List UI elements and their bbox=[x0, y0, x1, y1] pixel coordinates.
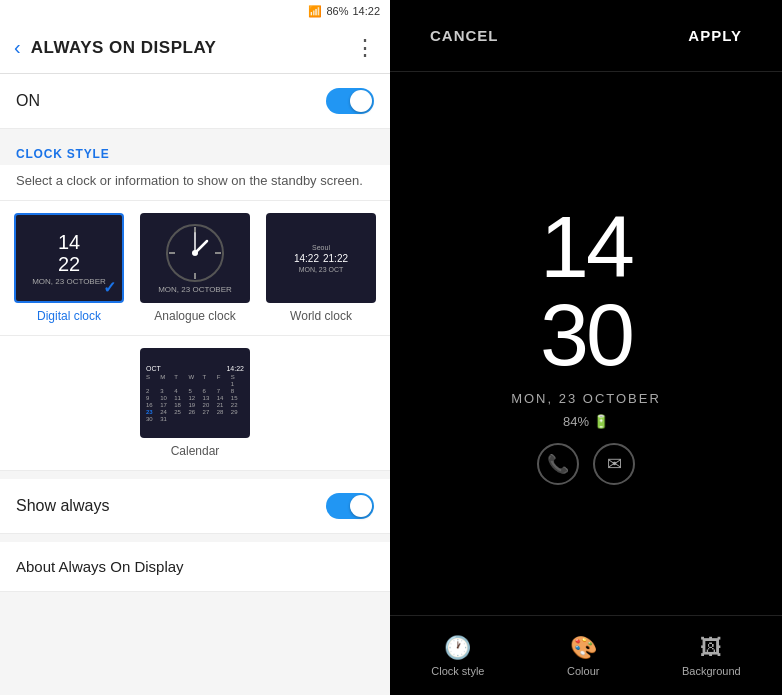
bottom-tabs: 🕐 Clock style 🎨 Colour 🖼 Background bbox=[390, 615, 782, 695]
analogue-date: MON, 23 OCTOBER bbox=[158, 285, 232, 294]
digital-clock-label: Digital clock bbox=[37, 309, 101, 323]
more-options-button[interactable]: ⋮ bbox=[354, 35, 376, 61]
clock-style-description: Select a clock or information to show on… bbox=[0, 165, 390, 201]
colour-tab-icon: 🎨 bbox=[570, 635, 597, 661]
preview-notification-icons: 📞 ✉ bbox=[537, 443, 635, 485]
left-panel: 📶 86% 14:22 ‹ ALWAYS ON DISPLAY ⋮ ON CLO… bbox=[0, 0, 390, 695]
clock-style-tab-label: Clock style bbox=[431, 665, 484, 677]
preview-minute: 30 bbox=[540, 291, 632, 379]
calendar-thumb-inner: OCT 14:22 SMTWTFS 1 2345678 910111213141… bbox=[142, 361, 248, 426]
calendar-option-row: OCT 14:22 SMTWTFS 1 2345678 910111213141… bbox=[0, 336, 390, 471]
background-tab-label: Background bbox=[682, 665, 741, 677]
tab-clock-style[interactable]: 🕐 Clock style bbox=[431, 635, 484, 677]
cal-time: 14:22 bbox=[226, 365, 244, 372]
cal-grid: SMTWTFS 1 2345678 9101112131415 16171819… bbox=[146, 374, 244, 422]
email-icon: ✉ bbox=[593, 443, 635, 485]
on-label: ON bbox=[16, 92, 326, 110]
colour-tab-label: Colour bbox=[567, 665, 599, 677]
right-panel: CANCEL APPLY 14 30 MON, 23 OCTOBER 84% 🔋… bbox=[390, 0, 782, 695]
signal-icon: 📶 bbox=[308, 5, 322, 18]
analogue-clock-svg bbox=[165, 223, 225, 283]
cal-header: OCT 14:22 bbox=[146, 365, 244, 372]
right-header: CANCEL APPLY bbox=[390, 0, 782, 72]
analogue-clock-thumb: MON, 23 OCTOBER bbox=[140, 213, 250, 303]
preview-area: 14 30 MON, 23 OCTOBER 84% 🔋 📞 ✉ bbox=[390, 72, 782, 615]
missed-call-icon: 📞 bbox=[537, 443, 579, 485]
battery-percentage: 84% bbox=[563, 414, 589, 429]
world-time-2: 21:22 bbox=[323, 253, 348, 264]
preview-date: MON, 23 OCTOBER bbox=[511, 391, 661, 406]
background-tab-icon: 🖼 bbox=[700, 635, 722, 661]
svg-point-7 bbox=[192, 250, 198, 256]
calendar-label: Calendar bbox=[171, 444, 220, 458]
tab-colour[interactable]: 🎨 Colour bbox=[567, 635, 599, 677]
divider-2 bbox=[0, 471, 390, 479]
clock-style-tab-icon: 🕐 bbox=[444, 635, 471, 661]
back-button[interactable]: ‹ bbox=[14, 36, 21, 59]
preview-hour: 14 bbox=[540, 203, 632, 291]
clock-style-section-label: CLOCK STYLE bbox=[0, 137, 390, 165]
status-time: 14:22 bbox=[352, 5, 380, 17]
digital-clock-thumb: 1422 MON, 23 OCTOBER ✓ bbox=[14, 213, 124, 303]
cancel-button[interactable]: CANCEL bbox=[420, 19, 509, 52]
settings-content: ON CLOCK STYLE Select a clock or informa… bbox=[0, 74, 390, 695]
clock-option-calendar[interactable]: OCT 14:22 SMTWTFS 1 2345678 910111213141… bbox=[140, 348, 250, 458]
show-always-row: Show always bbox=[0, 479, 390, 534]
status-bar: 📶 86% 14:22 bbox=[0, 0, 390, 22]
world-label: Seoul bbox=[294, 244, 348, 251]
divider-1 bbox=[0, 129, 390, 137]
page-title: ALWAYS ON DISPLAY bbox=[31, 38, 354, 58]
preview-battery: 84% 🔋 bbox=[563, 414, 609, 429]
world-clock-thumb: Seoul 14:22 21:22 MON, 23 OCT bbox=[266, 213, 376, 303]
calendar-thumb: OCT 14:22 SMTWTFS 1 2345678 910111213141… bbox=[140, 348, 250, 438]
world-time-1: 14:22 bbox=[294, 253, 319, 264]
on-toggle-row: ON bbox=[0, 74, 390, 129]
divider-3 bbox=[0, 534, 390, 542]
page-header: ‹ ALWAYS ON DISPLAY ⋮ bbox=[0, 22, 390, 74]
world-times: 14:22 21:22 bbox=[294, 253, 348, 264]
world-clock-inner: Seoul 14:22 21:22 MON, 23 OCT bbox=[290, 240, 352, 277]
on-toggle[interactable] bbox=[326, 88, 374, 114]
apply-button[interactable]: APPLY bbox=[678, 19, 752, 52]
clock-option-digital[interactable]: 1422 MON, 23 OCTOBER ✓ Digital clock bbox=[10, 213, 128, 323]
analogue-clock-label: Analogue clock bbox=[154, 309, 235, 323]
clock-option-analogue[interactable]: MON, 23 OCTOBER Analogue clock bbox=[136, 213, 254, 323]
digital-clock-date: MON, 23 OCTOBER bbox=[32, 277, 106, 286]
digital-clock-time: 1422 bbox=[58, 231, 80, 275]
clock-option-world[interactable]: Seoul 14:22 21:22 MON, 23 OCT World cloc… bbox=[262, 213, 380, 323]
show-always-label: Show always bbox=[16, 497, 326, 515]
about-always-on-display[interactable]: About Always On Display bbox=[0, 542, 390, 592]
selected-check: ✓ bbox=[103, 278, 116, 297]
world-clock-label: World clock bbox=[290, 309, 352, 323]
battery-text: 86% bbox=[326, 5, 348, 17]
world-date: MON, 23 OCT bbox=[294, 266, 348, 273]
battery-icon: 🔋 bbox=[593, 414, 609, 429]
cal-month: OCT bbox=[146, 365, 161, 372]
preview-time-display: 14 30 bbox=[540, 203, 632, 379]
clock-options-grid: 1422 MON, 23 OCTOBER ✓ Digital clock bbox=[0, 201, 390, 336]
tab-background[interactable]: 🖼 Background bbox=[682, 635, 741, 677]
show-always-toggle[interactable] bbox=[326, 493, 374, 519]
